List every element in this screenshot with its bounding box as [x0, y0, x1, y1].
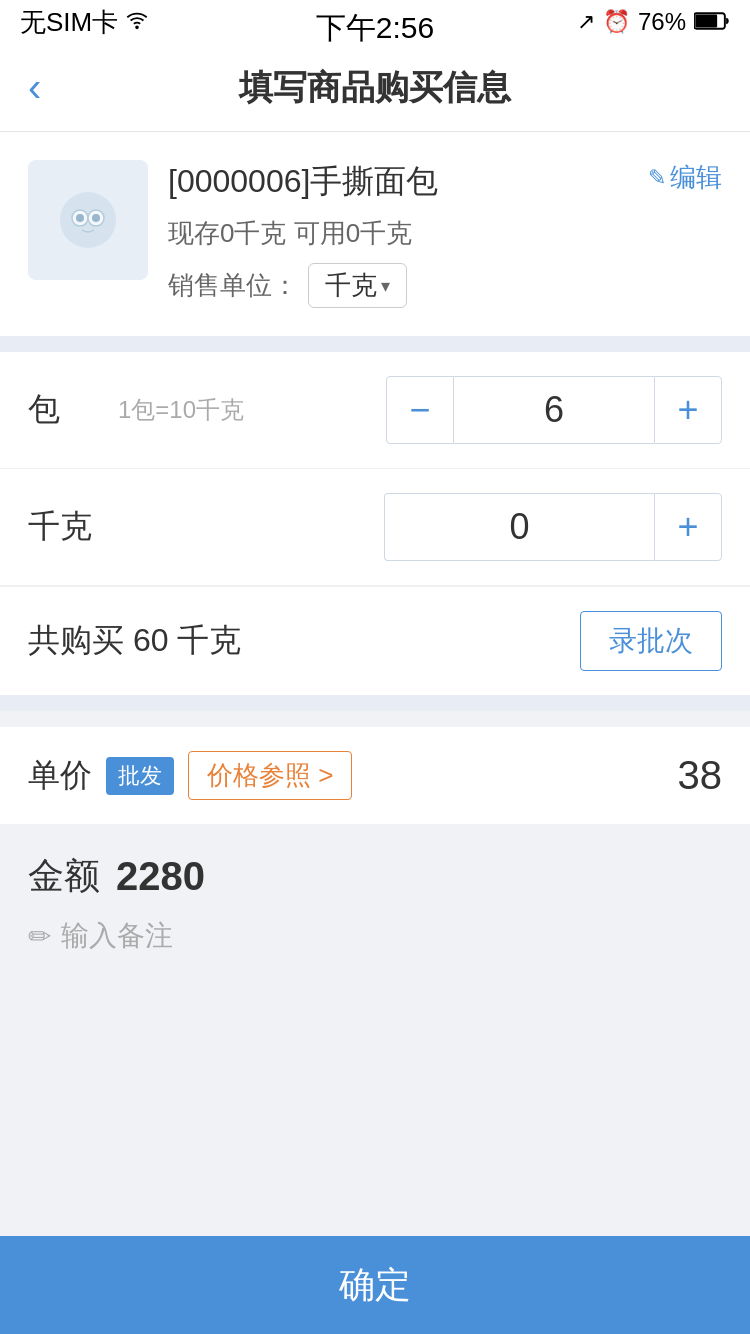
- edit-button[interactable]: ✎ 编辑: [648, 160, 722, 195]
- note-icon: ✏: [28, 920, 51, 953]
- product-name: [0000006]手撕面包: [168, 160, 438, 204]
- price-tag: 批发: [106, 757, 174, 795]
- unit-label: 销售单位：: [168, 268, 298, 303]
- plus-icon-kg: +: [677, 506, 698, 548]
- note-placeholder: 输入备注: [61, 917, 173, 955]
- bao-input-row: 包 1包=10千克 − +: [0, 352, 750, 469]
- divider-2: [0, 695, 750, 711]
- bao-hint: 1包=10千克: [118, 394, 386, 426]
- edit-label: 编辑: [670, 160, 722, 195]
- empty-space: [0, 971, 750, 1231]
- product-image: [28, 160, 148, 280]
- chevron-down-icon: ▾: [381, 275, 390, 297]
- bao-plus-button[interactable]: +: [654, 376, 722, 444]
- status-time: 下午2:56: [316, 8, 434, 49]
- status-bar: 无SIM卡 下午2:56 ↗ ⏰ 76%: [0, 0, 750, 44]
- amount-label: 金额: [28, 852, 100, 901]
- amount-section: 金额 2280 ✏ 输入备注: [0, 824, 750, 971]
- kg-quantity-control: +: [384, 493, 722, 561]
- note-row[interactable]: ✏ 输入备注: [28, 917, 722, 955]
- price-section: 单价 批发 价格参照 > 38: [0, 727, 750, 824]
- amount-row: 金额 2280: [28, 852, 722, 901]
- bao-quantity-control: − +: [386, 376, 722, 444]
- location-icon: ↗: [577, 9, 595, 35]
- unit-value: 千克: [325, 268, 377, 303]
- minus-icon: −: [409, 389, 430, 431]
- divider-1: [0, 336, 750, 352]
- svg-point-7: [92, 214, 100, 222]
- price-row: 单价 批发 价格参照 > 38: [28, 751, 722, 800]
- kg-quantity-input[interactable]: [384, 493, 654, 561]
- bao-label: 包: [28, 388, 108, 432]
- input-section: 包 1包=10千克 − + 千克 + 共购买 60 千克 录批次: [0, 352, 750, 695]
- plus-icon: +: [677, 389, 698, 431]
- page-title: 填写商品购买信息: [239, 65, 511, 111]
- product-section: [0000006]手撕面包 ✎ 编辑 现存0千克 可用0千克 销售单位： 千克 …: [0, 132, 750, 336]
- confirm-button[interactable]: 确定: [0, 1236, 750, 1334]
- back-icon: ‹: [28, 65, 41, 109]
- price-ref-label: 价格参照 >: [207, 758, 333, 793]
- kg-input-row: 千克 +: [0, 469, 750, 586]
- product-stock: 现存0千克 可用0千克: [168, 216, 722, 251]
- product-info: [0000006]手撕面包 ✎ 编辑 现存0千克 可用0千克 销售单位： 千克 …: [168, 160, 722, 308]
- summary-text: 共购买 60 千克: [28, 619, 241, 663]
- unit-select[interactable]: 千克 ▾: [308, 263, 407, 308]
- svg-point-6: [76, 214, 84, 222]
- alarm-icon: ⏰: [603, 9, 630, 35]
- status-left: 无SIM卡: [20, 5, 148, 40]
- svg-rect-2: [695, 15, 717, 28]
- kg-plus-button[interactable]: +: [654, 493, 722, 561]
- price-label: 单价: [28, 754, 92, 798]
- kg-label: 千克: [28, 505, 108, 549]
- bao-quantity-input[interactable]: [454, 376, 654, 444]
- price-value: 38: [678, 753, 723, 798]
- product-unit-row: 销售单位： 千克 ▾: [168, 263, 722, 308]
- bao-minus-button[interactable]: −: [386, 376, 454, 444]
- carrier-label: 无SIM卡: [20, 5, 118, 40]
- batch-button[interactable]: 录批次: [580, 611, 722, 671]
- amount-value: 2280: [116, 854, 205, 899]
- nav-bar: ‹ 填写商品购买信息: [0, 44, 750, 132]
- edit-icon: ✎: [648, 165, 666, 191]
- battery-label: 76%: [638, 8, 686, 36]
- status-right: ↗ ⏰ 76%: [577, 8, 730, 36]
- back-button[interactable]: ‹: [28, 65, 41, 110]
- price-ref-button[interactable]: 价格参照 >: [188, 751, 352, 800]
- summary-row: 共购买 60 千克 录批次: [0, 586, 750, 695]
- wifi-icon: [126, 7, 148, 38]
- svg-point-0: [136, 26, 138, 28]
- product-header-row: [0000006]手撕面包 ✎ 编辑: [168, 160, 722, 216]
- battery-icon: [694, 8, 730, 36]
